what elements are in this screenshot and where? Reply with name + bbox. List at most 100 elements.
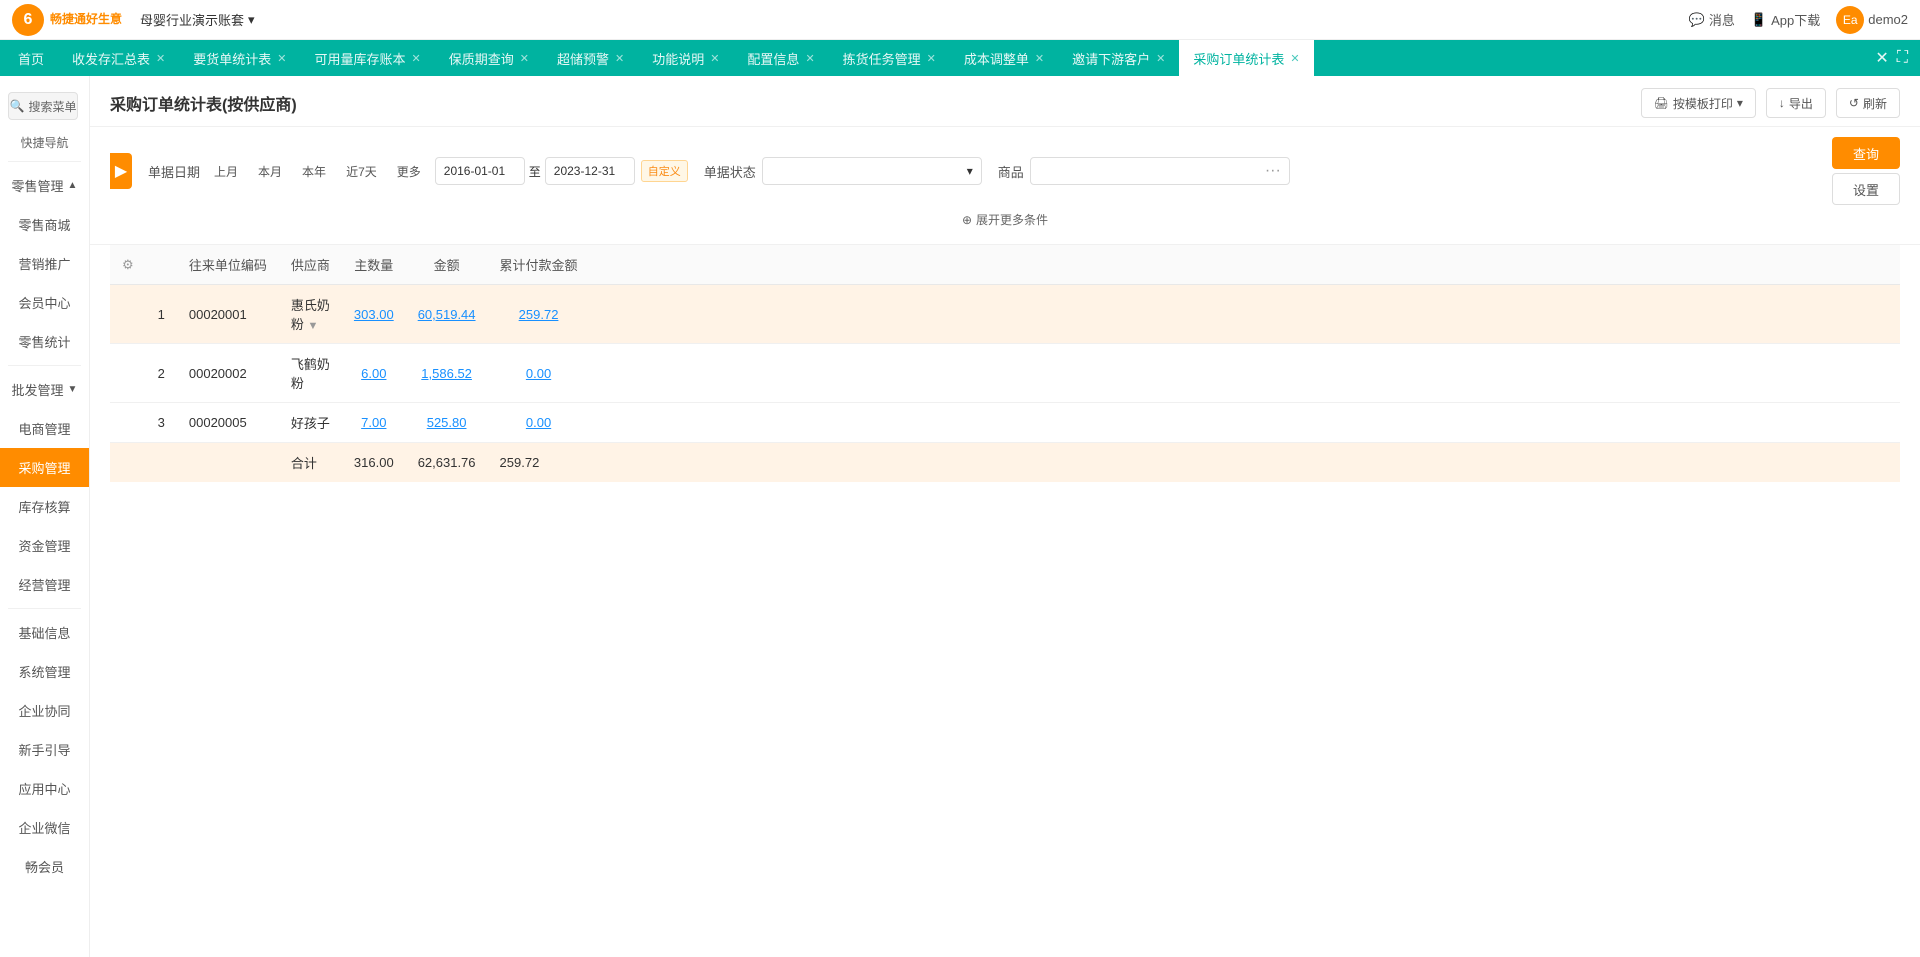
shortcut-last-month[interactable]: 上月 bbox=[206, 161, 246, 182]
ellipsis-icon[interactable]: ··· bbox=[1265, 162, 1281, 180]
shortcut-this-month[interactable]: 本月 bbox=[250, 161, 290, 182]
sidebar-item-new-guide[interactable]: 新手引导 bbox=[0, 730, 89, 769]
sidebar-item-retail-mgmt[interactable]: 零售管理 ▲ bbox=[0, 166, 89, 205]
sidebar-item-member-center[interactable]: 会员中心 bbox=[0, 283, 89, 322]
refresh-btn[interactable]: ↺ 刷新 bbox=[1836, 88, 1900, 118]
tab-purchase-stats[interactable]: 采购订单统计表 ✕ bbox=[1179, 40, 1313, 76]
tab-overstock-warning-close[interactable]: ✕ bbox=[615, 52, 624, 65]
tab-batch-task[interactable]: 拣货任务管理 ✕ bbox=[829, 40, 950, 76]
row-paid-amount[interactable]: 0.00 bbox=[488, 344, 590, 403]
tab-home[interactable]: 首页 bbox=[4, 40, 58, 76]
message-btn[interactable]: 💬 消息 bbox=[1689, 10, 1735, 29]
filter-toggle-btn[interactable]: ▶ bbox=[110, 153, 132, 189]
sidebar-item-wholesale-mgmt[interactable]: 批发管理 ▼ bbox=[0, 370, 89, 409]
sidebar-item-ecommerce-mgmt[interactable]: 电商管理 bbox=[0, 409, 89, 448]
row-seq: 1 bbox=[146, 285, 177, 344]
app-download-btn[interactable]: 📱 App下载 bbox=[1751, 10, 1820, 29]
user-avatar: Ea bbox=[1836, 6, 1864, 34]
page-actions: 🖨 按模板打印 ▾ ↓ 导出 ↺ 刷新 bbox=[1641, 88, 1900, 118]
row-seq: 3 bbox=[146, 403, 177, 443]
row-paid-amount[interactable]: 259.72 bbox=[488, 285, 590, 344]
sidebar-item-label: 系统管理 bbox=[18, 662, 70, 681]
sidebar-item-operations-mgmt[interactable]: 经营管理 bbox=[0, 565, 89, 604]
tab-expiry-query-close[interactable]: ✕ bbox=[520, 52, 529, 65]
date-from-input[interactable] bbox=[435, 157, 525, 185]
tab-expiry-query[interactable]: 保质期查询 ✕ bbox=[435, 40, 543, 76]
tab-config-info[interactable]: 配置信息 ✕ bbox=[733, 40, 828, 76]
shortcut-more[interactable]: 更多 bbox=[389, 161, 429, 182]
tab-invite-downstream[interactable]: 邀请下游客户 ✕ bbox=[1058, 40, 1179, 76]
tab-purchase-stats-close[interactable]: ✕ bbox=[1290, 52, 1299, 65]
top-bar-left: 6 畅捷通好生意 母婴行业演示账套 ▾ bbox=[12, 4, 263, 36]
table-header-row: ⚙ 往来单位编码 供应商 主数量 金额 累计付款金额 bbox=[110, 245, 1900, 285]
tab-available-stock-label: 可用量库存账本 bbox=[314, 49, 405, 68]
tab-available-stock[interactable]: 可用量库存账本 ✕ bbox=[300, 40, 434, 76]
settings-btn[interactable]: 设置 bbox=[1832, 173, 1900, 205]
row-amount[interactable]: 1,586.52 bbox=[406, 344, 488, 403]
app-download-label: App下载 bbox=[1771, 10, 1820, 29]
table-row[interactable]: 3 00020005 好孩子 7.00 525.80 0.00 bbox=[110, 403, 1900, 443]
tab-config-info-close[interactable]: ✕ bbox=[805, 52, 814, 65]
tab-order-summary[interactable]: 要货单统计表 ✕ bbox=[179, 40, 300, 76]
col-supplier-name: 供应商 bbox=[279, 245, 342, 285]
sidebar-item-vip-member[interactable]: 畅会员 bbox=[0, 847, 89, 886]
tab-function-desc-close[interactable]: ✕ bbox=[710, 52, 719, 65]
expand-more-btn[interactable]: ⊕ 展开更多条件 bbox=[962, 211, 1048, 228]
tab-order-summary-close[interactable]: ✕ bbox=[277, 52, 286, 65]
export-label: 导出 bbox=[1789, 95, 1813, 112]
table-row[interactable]: 2 00020002 飞鹤奶粉 6.00 1,586.52 0.00 bbox=[110, 344, 1900, 403]
page-title: 采购订单统计表(按供应商) bbox=[110, 91, 297, 115]
date-to-input[interactable] bbox=[545, 157, 635, 185]
sidebar-item-purchase-mgmt[interactable]: 采购管理 bbox=[0, 448, 89, 487]
shortcut-this-year[interactable]: 本年 bbox=[294, 161, 334, 182]
tab-receive-summary[interactable]: 收发存汇总表 ✕ bbox=[58, 40, 179, 76]
tab-available-stock-close[interactable]: ✕ bbox=[412, 52, 421, 65]
column-settings-icon[interactable]: ⚙ bbox=[122, 257, 134, 272]
nav-fullscreen-btn[interactable]: ⛶ bbox=[1897, 49, 1908, 67]
tab-batch-task-close[interactable]: ✕ bbox=[927, 52, 936, 65]
goods-input[interactable] bbox=[1039, 164, 1261, 178]
tab-cost-adjust[interactable]: 成本调整单 ✕ bbox=[950, 40, 1058, 76]
row-amount[interactable]: 525.80 bbox=[406, 403, 488, 443]
sidebar-item-enterprise-wechat[interactable]: 企业微信 bbox=[0, 808, 89, 847]
sidebar-item-app-center[interactable]: 应用中心 bbox=[0, 769, 89, 808]
search-menu-btn[interactable]: 🔍 搜索菜单 bbox=[8, 92, 78, 120]
sidebar-item-retail-store[interactable]: 零售商城 bbox=[0, 205, 89, 244]
row-amount[interactable]: 60,519.44 bbox=[406, 285, 488, 344]
tab-function-desc[interactable]: 功能说明 ✕ bbox=[638, 40, 733, 76]
sidebar-item-stock-check[interactable]: 库存核算 bbox=[0, 487, 89, 526]
row-main-qty[interactable]: 6.00 bbox=[342, 344, 406, 403]
chevron-down-icon: ▾ bbox=[1737, 96, 1743, 110]
tab-receive-summary-close[interactable]: ✕ bbox=[156, 52, 165, 65]
row-paid-amount[interactable]: 0.00 bbox=[488, 403, 590, 443]
status-select[interactable]: ▾ bbox=[762, 157, 982, 185]
table-row[interactable]: 1 00020001 惠氏奶粉 ▼ 303.00 60,519.44 259.7… bbox=[110, 285, 1900, 344]
row-main-qty[interactable]: 7.00 bbox=[342, 403, 406, 443]
sidebar-item-system-mgmt[interactable]: 系统管理 bbox=[0, 652, 89, 691]
tab-cost-adjust-close[interactable]: ✕ bbox=[1035, 52, 1044, 65]
query-btn[interactable]: 查询 bbox=[1832, 137, 1900, 169]
export-btn[interactable]: ↓ 导出 bbox=[1766, 88, 1826, 118]
data-table: ⚙ 往来单位编码 供应商 主数量 金额 累计付款金额 bbox=[110, 245, 1900, 482]
print-btn[interactable]: 🖨 按模板打印 ▾ bbox=[1641, 88, 1756, 118]
refresh-icon: ↺ bbox=[1849, 96, 1859, 110]
date-shortcuts: 上月 本月 本年 近7天 更多 bbox=[206, 161, 429, 182]
row-supplier-name: 飞鹤奶粉 bbox=[279, 344, 342, 403]
sidebar-item-basic-info[interactable]: 基础信息 bbox=[0, 613, 89, 652]
sidebar-quick-nav[interactable]: 快捷导航 bbox=[0, 128, 89, 157]
tab-overstock-warning[interactable]: 超储预警 ✕ bbox=[543, 40, 638, 76]
user-area[interactable]: Ea demo2 bbox=[1836, 6, 1908, 34]
tab-invite-downstream-close[interactable]: ✕ bbox=[1156, 52, 1165, 65]
sidebar-item-enterprise-coop[interactable]: 企业协同 bbox=[0, 691, 89, 730]
col-supplier-code: 往来单位编码 bbox=[177, 245, 279, 285]
date-filter-label: 单据日期 bbox=[148, 162, 200, 181]
row-main-qty[interactable]: 303.00 bbox=[342, 285, 406, 344]
expand-supplier-icon[interactable]: ▼ bbox=[308, 320, 319, 332]
shortcut-7days[interactable]: 近7天 bbox=[338, 161, 385, 182]
workspace-selector[interactable]: 母婴行业演示账套 ▾ bbox=[132, 6, 263, 33]
sidebar-item-label: 零售管理 bbox=[12, 176, 64, 195]
sidebar-item-marketing[interactable]: 营销推广 bbox=[0, 244, 89, 283]
sidebar-item-retail-stats[interactable]: 零售统计 bbox=[0, 322, 89, 361]
sidebar-item-finance-mgmt[interactable]: 资金管理 bbox=[0, 526, 89, 565]
nav-close-all-btn[interactable]: ✕ bbox=[1875, 48, 1888, 68]
